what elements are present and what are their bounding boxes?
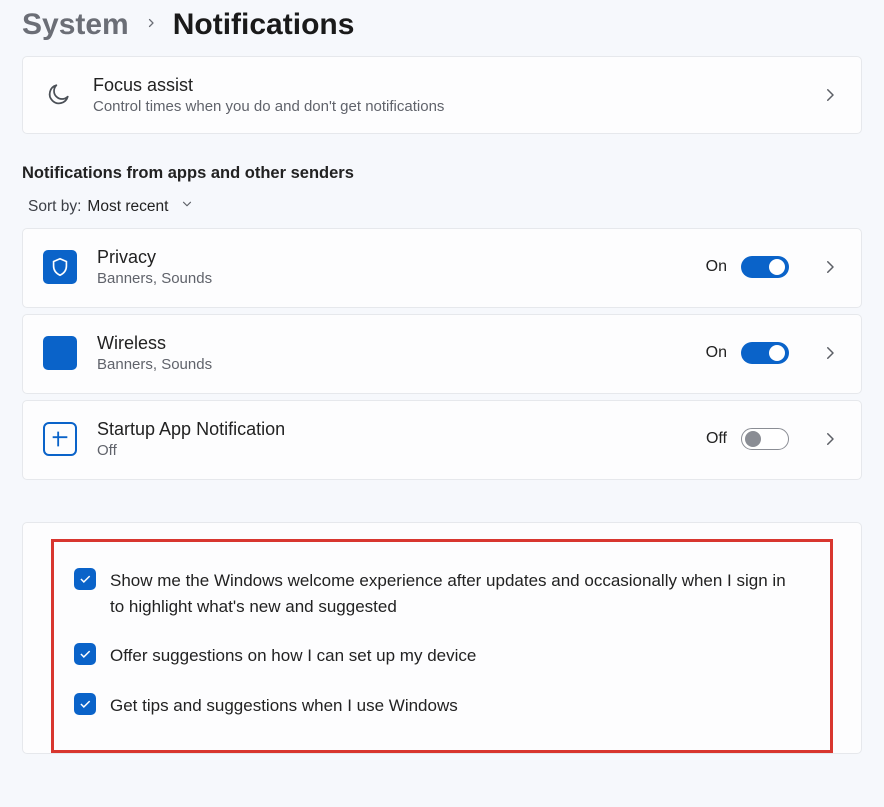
app-sub: Banners, Sounds <box>97 270 686 287</box>
toggle-state-label: Off <box>706 430 727 448</box>
toggle-switch[interactable] <box>741 342 789 364</box>
annotation-highlight: Show me the Windows welcome experience a… <box>51 539 833 753</box>
checkbox-label: Get tips and suggestions when I use Wind… <box>110 693 458 719</box>
sort-label: Sort by: <box>28 198 81 216</box>
page-title: Notifications <box>173 8 355 42</box>
checkbox-row-setup-suggestions[interactable]: Offer suggestions on how I can set up my… <box>66 631 818 681</box>
chevron-down-icon <box>180 197 194 216</box>
square-icon <box>43 336 77 370</box>
checkbox[interactable] <box>74 693 96 715</box>
breadcrumb: System Notifications <box>22 0 862 56</box>
checkbox-row-welcome[interactable]: Show me the Windows welcome experience a… <box>66 556 818 631</box>
checkbox-label: Offer suggestions on how I can set up my… <box>110 643 476 669</box>
chevron-right-icon <box>821 86 839 104</box>
toggle-switch[interactable] <box>741 256 789 278</box>
checkbox-label: Show me the Windows welcome experience a… <box>110 568 790 619</box>
checkbox[interactable] <box>74 568 96 590</box>
additional-settings-card: Show me the Windows welcome experience a… <box>22 522 862 754</box>
apps-section-label: Notifications from apps and other sender… <box>22 164 862 183</box>
app-row-wireless[interactable]: Wireless Banners, Sounds On <box>22 314 862 394</box>
focus-assist-row[interactable]: Focus assist Control times when you do a… <box>23 57 861 133</box>
checkbox[interactable] <box>74 643 96 665</box>
chevron-right-icon <box>821 430 839 448</box>
breadcrumb-parent[interactable]: System <box>22 8 129 42</box>
focus-assist-title: Focus assist <box>93 75 799 96</box>
checkbox-row-tips[interactable]: Get tips and suggestions when I use Wind… <box>66 681 818 731</box>
app-row-privacy[interactable]: Privacy Banners, Sounds On <box>22 228 862 308</box>
app-row-startup[interactable]: Startup App Notification Off Off <box>22 400 862 480</box>
app-name: Wireless <box>97 333 686 354</box>
toggle-state-label: On <box>706 258 727 276</box>
shield-icon <box>43 250 77 284</box>
chevron-right-icon <box>821 258 839 276</box>
sort-by-dropdown[interactable]: Sort by: Most recent <box>22 197 862 228</box>
focus-assist-subtitle: Control times when you do and don't get … <box>93 98 799 115</box>
toggle-switch[interactable] <box>741 428 789 450</box>
toggle-state-label: On <box>706 344 727 362</box>
focus-assist-card[interactable]: Focus assist Control times when you do a… <box>22 56 862 134</box>
app-name: Startup App Notification <box>97 419 686 440</box>
sort-value: Most recent <box>87 198 168 216</box>
chevron-right-icon <box>145 16 157 35</box>
layout-icon <box>43 422 77 456</box>
chevron-right-icon <box>821 344 839 362</box>
app-name: Privacy <box>97 247 686 268</box>
app-sub: Off <box>97 442 686 459</box>
app-sub: Banners, Sounds <box>97 356 686 373</box>
moon-icon <box>45 82 71 108</box>
